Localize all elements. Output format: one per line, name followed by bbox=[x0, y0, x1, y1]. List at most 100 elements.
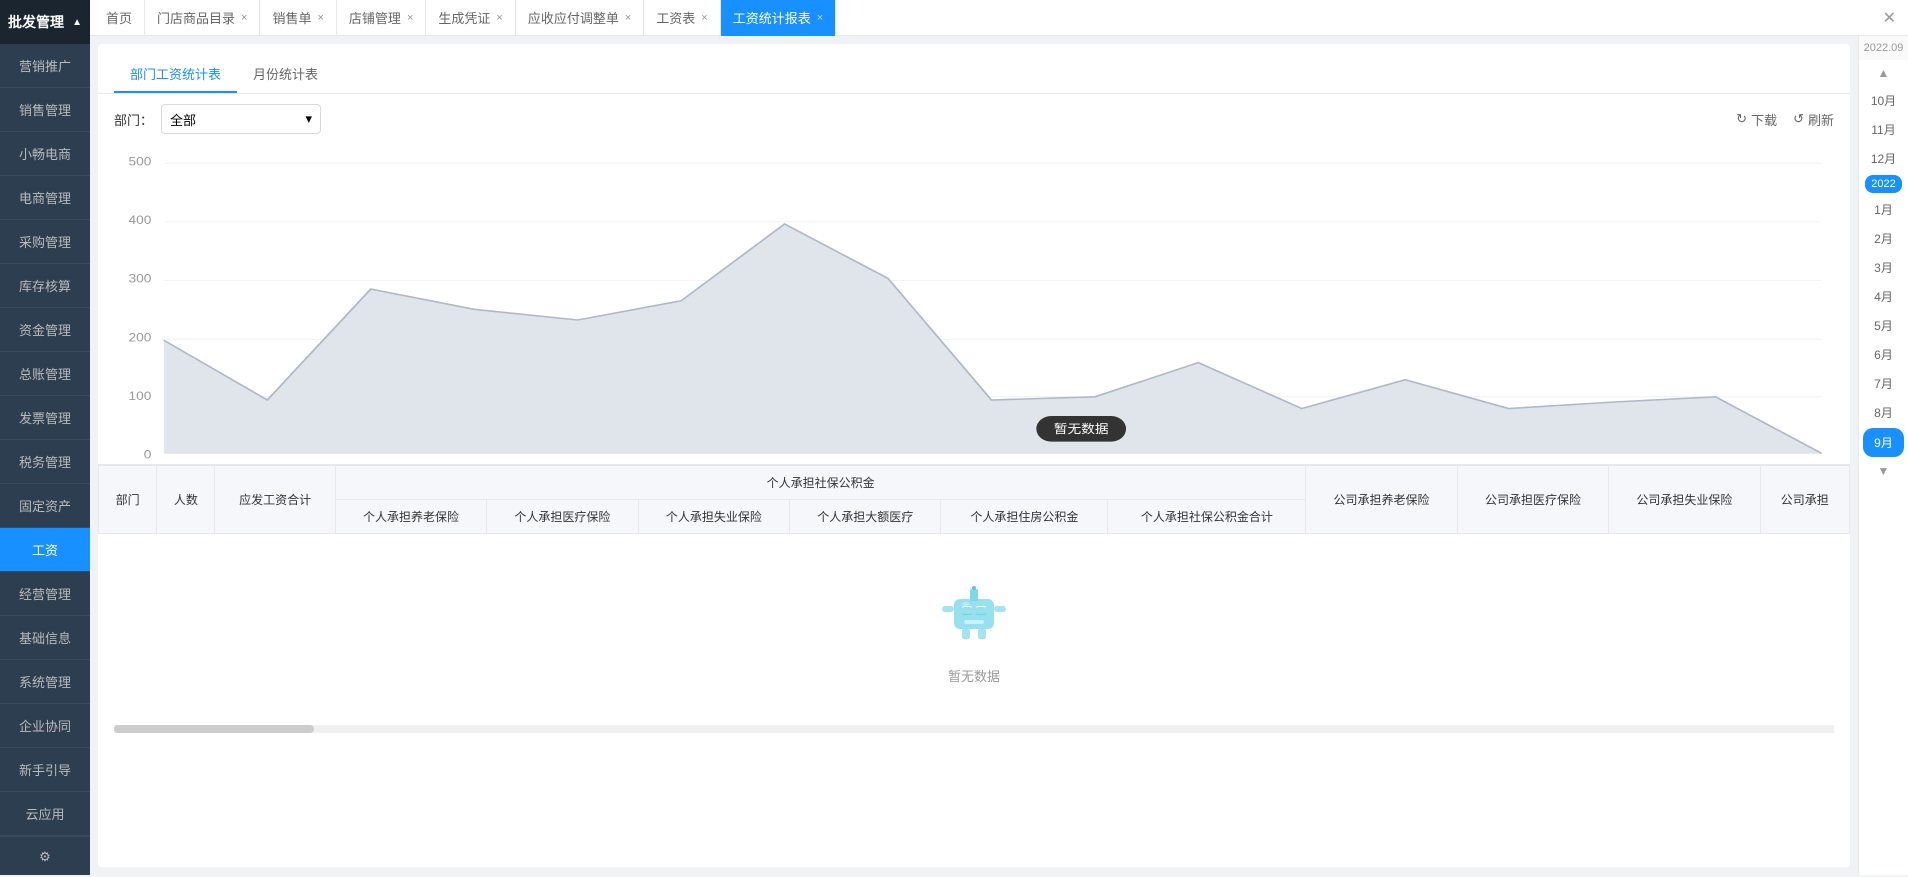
date-month-0[interactable]: 1月 bbox=[1859, 195, 1908, 224]
download-icon: ↻ bbox=[1736, 111, 1747, 127]
empty-robot-icon bbox=[934, 574, 1014, 654]
th-personal-group: 个人承担社保公积金 bbox=[335, 466, 1306, 500]
dept-label: 部门： bbox=[114, 110, 153, 129]
tab-close-4[interactable]: × bbox=[496, 12, 502, 24]
date-month-active[interactable]: 9月 bbox=[1863, 428, 1904, 457]
table-wrapper: 部门 人数 应发工资合计 个人承担社保公积金 公司承担养老保险 公司承担医疗保险… bbox=[98, 464, 1850, 725]
date-year-badge[interactable]: 2022 bbox=[1865, 175, 1901, 193]
tab-item-3[interactable]: 店铺管理 × bbox=[337, 0, 426, 36]
sidebar-item-7[interactable]: 总账管理 bbox=[0, 352, 90, 396]
sidebar-item-11[interactable]: 工资 bbox=[0, 528, 90, 572]
sidebar-item-1[interactable]: 销售管理 bbox=[0, 88, 90, 132]
tab-bar-end: ✕ bbox=[1875, 8, 1904, 28]
date-month-2[interactable]: 3月 bbox=[1859, 253, 1908, 282]
tab-label-2: 销售单 bbox=[272, 8, 311, 27]
th-personal-unemp: 个人承担失业保险 bbox=[638, 500, 789, 534]
sidebar-header[interactable]: 批发管理 ▲ bbox=[0, 0, 90, 44]
th-personal-total: 个人承担社保公积金合计 bbox=[1108, 500, 1306, 534]
date-month-6[interactable]: 7月 bbox=[1859, 369, 1908, 398]
tab-label-6: 工资表 bbox=[656, 8, 695, 27]
tab-item-7[interactable]: 工资统计报表× bbox=[721, 0, 836, 36]
sidebar: 批发管理 ▲ 营销推广销售管理小畅电商电商管理采购管理库存核算资金管理总账管理发… bbox=[0, 0, 90, 875]
gear-icon: ⚙ bbox=[39, 849, 51, 864]
sidebar-item-10[interactable]: 固定资产 bbox=[0, 484, 90, 528]
toolbar-right: ↻ 下载 ↺ 刷新 bbox=[1736, 110, 1834, 129]
sidebar-item-15[interactable]: 企业协同 bbox=[0, 704, 90, 748]
tab-item-6[interactable]: 工资表 × bbox=[644, 0, 720, 36]
close-all-button[interactable]: ✕ bbox=[1883, 8, 1896, 28]
horizontal-scrollbar[interactable] bbox=[114, 725, 1834, 733]
th-company-medical: 公司承担医疗保险 bbox=[1457, 466, 1608, 534]
th-dept: 部门 bbox=[99, 466, 157, 534]
sidebar-item-3[interactable]: 电商管理 bbox=[0, 176, 90, 220]
th-company-pension: 公司承担养老保险 bbox=[1306, 466, 1457, 534]
th-personal-major-medical: 个人承担大额医疗 bbox=[790, 500, 941, 534]
sidebar-footer-settings[interactable]: ⚙ bbox=[0, 836, 90, 877]
tab-close-5[interactable]: × bbox=[625, 12, 631, 24]
sidebar-item-8[interactable]: 发票管理 bbox=[0, 396, 90, 440]
svg-text:100: 100 bbox=[129, 389, 152, 403]
sidebar-item-6[interactable]: 资金管理 bbox=[0, 308, 90, 352]
date-month-5[interactable]: 6月 bbox=[1859, 340, 1908, 369]
date-month-1[interactable]: 2月 bbox=[1859, 224, 1908, 253]
sidebar-item-16[interactable]: 新手引导 bbox=[0, 748, 90, 792]
refresh-icon: ↺ bbox=[1793, 111, 1804, 127]
tab-label-1: 门店商品目录 bbox=[157, 8, 235, 27]
sidebar-collapse-icon: ▲ bbox=[72, 17, 82, 28]
sidebar-item-14[interactable]: 系统管理 bbox=[0, 660, 90, 704]
sidebar-title: 批发管理 bbox=[8, 12, 64, 32]
subtab-month[interactable]: 月份统计表 bbox=[237, 56, 334, 93]
sidebar-item-2[interactable]: 小畅电商 bbox=[0, 132, 90, 176]
th-company-other: 公司承担 bbox=[1760, 466, 1849, 534]
empty-text: 暂无数据 bbox=[948, 666, 1000, 685]
sidebar-item-0[interactable]: 营销推广 bbox=[0, 44, 90, 88]
tab-bar: 首页门店商品目录×销售单×店铺管理×生成凭证×应收应付调整单×工资表×工资统计报… bbox=[90, 0, 1908, 36]
chevron-down-icon: ▾ bbox=[305, 111, 312, 127]
th-salary: 应发工资合计 bbox=[215, 466, 335, 534]
content-panel: 部门工资统计表 月份统计表 部门： 全部 ▾ ↻ 下载 bbox=[98, 44, 1850, 867]
tab-close-3[interactable]: × bbox=[407, 12, 413, 24]
date-nav-up[interactable]: ▲ bbox=[1859, 60, 1908, 86]
svg-text:200: 200 bbox=[129, 330, 152, 344]
sidebar-item-4[interactable]: 采购管理 bbox=[0, 220, 90, 264]
date-panel: 2022.09 ▲ 10月11月12月 2022 1月2月3月4月5月6月7月8… bbox=[1858, 36, 1908, 875]
tab-label-3: 店铺管理 bbox=[349, 8, 401, 27]
date-month-3[interactable]: 4月 bbox=[1859, 282, 1908, 311]
th-personal-housing: 个人承担住房公积金 bbox=[941, 500, 1108, 534]
date-current-months: 1月2月3月4月5月6月7月8月 bbox=[1859, 195, 1908, 427]
tab-item-4[interactable]: 生成凭证× bbox=[426, 0, 515, 36]
toolbar-left: 部门： 全部 ▾ bbox=[114, 104, 321, 134]
dept-select[interactable]: 全部 ▾ bbox=[161, 104, 321, 134]
tab-close-6[interactable]: × bbox=[701, 12, 707, 24]
tab-item-5[interactable]: 应收应付调整单× bbox=[516, 0, 644, 36]
th-count: 人数 bbox=[157, 466, 215, 534]
subtab-dept[interactable]: 部门工资统计表 bbox=[114, 56, 237, 93]
tab-close-7[interactable]: × bbox=[817, 12, 823, 24]
tab-item-0[interactable]: 首页 bbox=[94, 0, 145, 36]
sidebar-item-9[interactable]: 税务管理 bbox=[0, 440, 90, 484]
tab-close-2[interactable]: × bbox=[317, 12, 323, 24]
scrollbar-thumb[interactable] bbox=[114, 725, 314, 733]
svg-text:500: 500 bbox=[129, 154, 152, 168]
sidebar-item-12[interactable]: 经营管理 bbox=[0, 572, 90, 616]
refresh-button[interactable]: ↺ 刷新 bbox=[1793, 110, 1834, 129]
sidebar-item-5[interactable]: 库存核算 bbox=[0, 264, 90, 308]
sidebar-item-17[interactable]: 云应用 bbox=[0, 792, 90, 836]
date-month-4[interactable]: 5月 bbox=[1859, 311, 1908, 340]
date-month-7[interactable]: 8月 bbox=[1859, 398, 1908, 427]
tab-close-1[interactable]: × bbox=[241, 12, 247, 24]
date-prev-month-2[interactable]: 12月 bbox=[1859, 144, 1908, 173]
date-prev-month-0[interactable]: 10月 bbox=[1859, 86, 1908, 115]
empty-state: 暂无数据 bbox=[99, 534, 1850, 725]
toolbar: 部门： 全部 ▾ ↻ 下载 ↺ 刷新 bbox=[98, 94, 1850, 144]
sub-tabs: 部门工资统计表 月份统计表 bbox=[98, 44, 1850, 94]
sidebar-item-13[interactable]: 基础信息 bbox=[0, 616, 90, 660]
th-personal-medical: 个人承担医疗保险 bbox=[487, 500, 638, 534]
tab-item-1[interactable]: 门店商品目录 × bbox=[145, 0, 260, 36]
tab-label-0: 首页 bbox=[106, 8, 132, 27]
tab-item-2[interactable]: 销售单 × bbox=[260, 0, 336, 36]
download-button[interactable]: ↻ 下载 bbox=[1736, 110, 1777, 129]
th-personal-pension: 个人承担养老保险 bbox=[335, 500, 486, 534]
date-prev-month-1[interactable]: 11月 bbox=[1859, 115, 1908, 144]
date-nav-down[interactable]: ▼ bbox=[1859, 458, 1908, 484]
